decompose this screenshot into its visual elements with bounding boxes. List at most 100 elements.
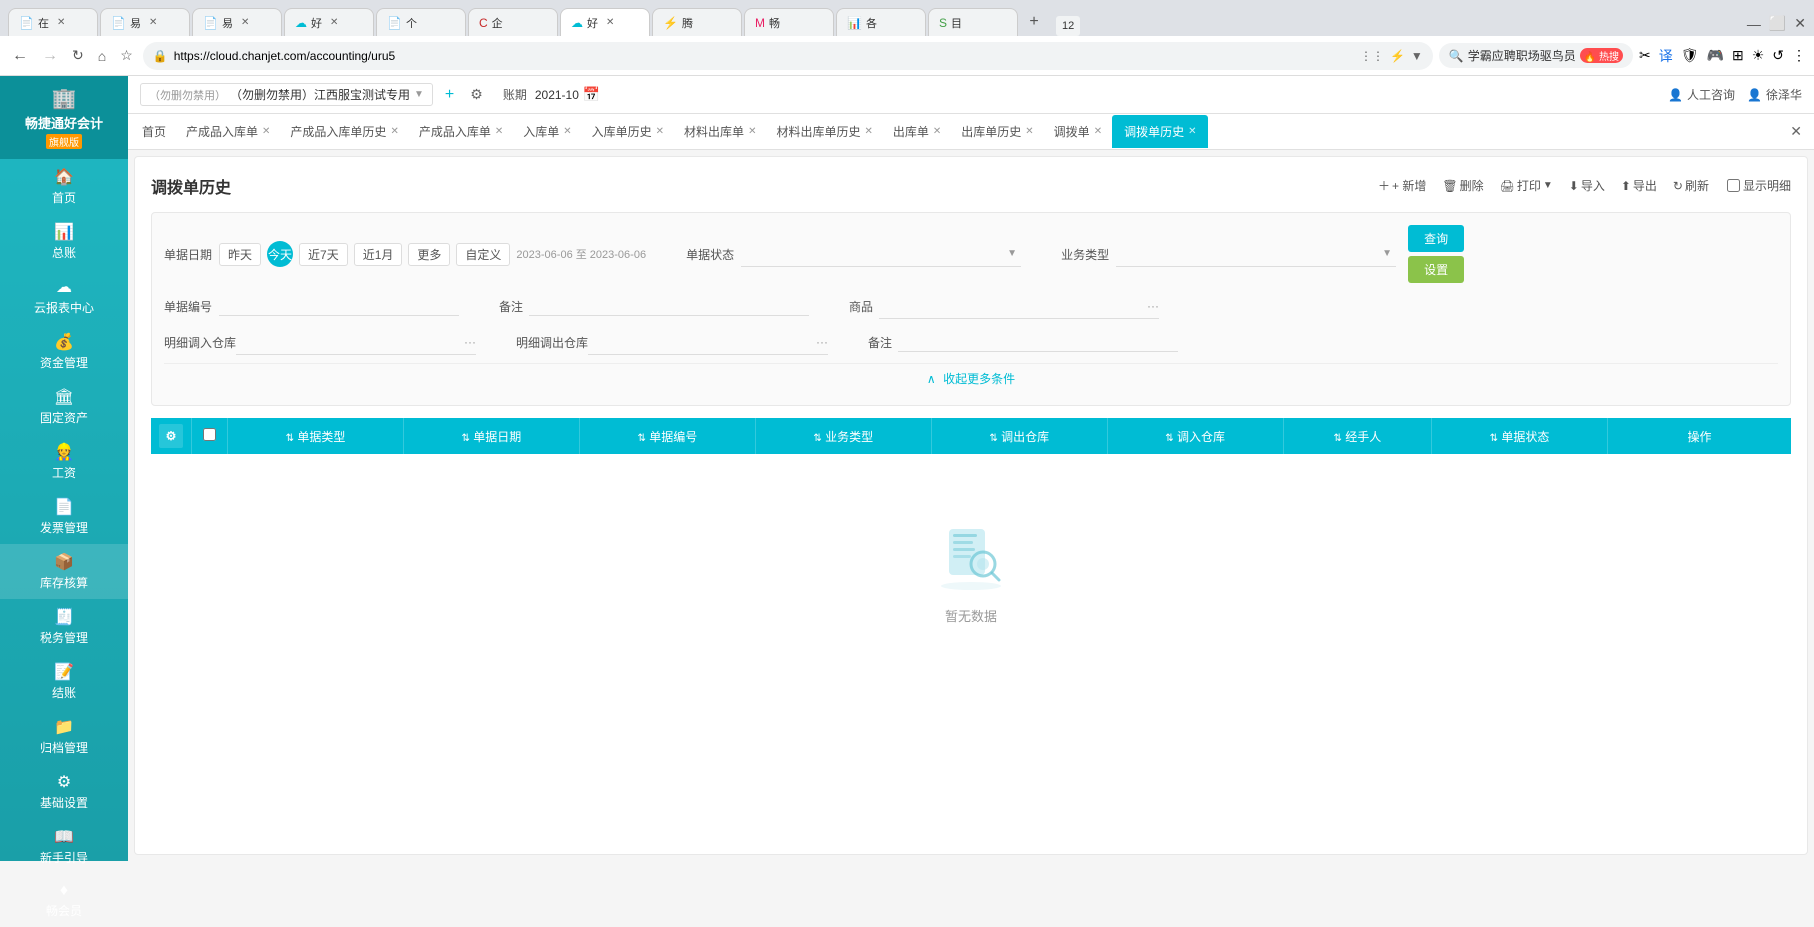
browser-tab-3[interactable]: 📄 易 ✕ [192, 8, 282, 36]
display-detail-checkbox[interactable]: 显示明细 [1727, 177, 1791, 194]
ext-icon-2[interactable]: 🎮 [1707, 47, 1724, 64]
th-handler[interactable]: ⇅ 经手人 [1283, 418, 1431, 454]
back-button[interactable]: ← [8, 45, 32, 67]
remark-input[interactable] [529, 297, 809, 316]
th-biz-type[interactable]: ⇅ 业务类型 [755, 418, 931, 454]
browser-tab-6[interactable]: C 企 [468, 8, 558, 36]
home-button[interactable]: ⌂ [94, 46, 110, 66]
biz-type-select[interactable]: ▼ [1116, 241, 1396, 267]
goods-picker-btn[interactable]: ··· [1147, 299, 1159, 313]
date-7days[interactable]: 近7天 [299, 243, 348, 266]
translate-icon[interactable]: 译 [1659, 46, 1673, 66]
browser-tab-11[interactable]: S 目 [928, 8, 1018, 36]
dropdown-icon[interactable]: ▼ [1411, 49, 1423, 63]
th-doc-date[interactable]: ⇅ 单据日期 [403, 418, 579, 454]
close-btn[interactable]: ✕ [1794, 15, 1806, 32]
th-settings[interactable]: ⚙ [151, 418, 192, 454]
page-tab-home[interactable]: 首页 [132, 115, 176, 148]
date-yesterday[interactable]: 昨天 [219, 243, 261, 266]
maximize-btn[interactable]: ⬜ [1769, 15, 1786, 32]
sidebar-item-settle[interactable]: 📝 结账 [0, 654, 128, 709]
collapse-bar[interactable]: ∧ 收起更多条件 [164, 363, 1778, 393]
company-selector[interactable]: （勿删勿禁用） （勿删勿禁用）江西服宝测试专用 ▼ [140, 83, 433, 106]
th-doc-type[interactable]: ⇅ 单据类型 [228, 418, 404, 454]
gear-button[interactable]: ⚙ [466, 86, 487, 103]
date-1month[interactable]: 近1月 [354, 243, 403, 266]
undo-icon[interactable]: ↺ [1772, 47, 1784, 64]
select-all-checkbox[interactable] [203, 428, 216, 441]
sidebar-item-fund[interactable]: 💰 资金管理 [0, 324, 128, 379]
tab-close[interactable]: ✕ [57, 17, 65, 28]
lightning-icon[interactable]: ⚡ [1390, 49, 1405, 63]
page-tab-9[interactable]: 出库单历史 ✕ [951, 115, 1043, 148]
browser-tab[interactable]: 📄 在 ✕ [8, 8, 98, 36]
date-custom[interactable]: 自定义 [456, 243, 510, 266]
sidebar-item-inventory[interactable]: 📦 库存核算 [0, 544, 128, 599]
browser-tab-8[interactable]: ⚡ 腾 [652, 8, 742, 36]
th-checkbox[interactable] [192, 418, 228, 454]
sidebar-item-settings[interactable]: ⚙ 基础设置 [0, 764, 128, 819]
page-tab-8[interactable]: 出库单 ✕ [883, 115, 951, 148]
doc-no-input[interactable] [219, 297, 459, 316]
user-avatar[interactable]: 👤 徐泽华 [1747, 86, 1802, 103]
sidebar-item-payroll[interactable]: 👷 工资 [0, 434, 128, 489]
page-tab-1[interactable]: 产成品入库单 ✕ [176, 115, 280, 148]
browser-tab-10[interactable]: 📊 各 [836, 8, 926, 36]
sidebar-item-invoice[interactable]: 📄 发票管理 [0, 489, 128, 544]
tab-close-6[interactable]: ✕ [748, 126, 756, 137]
page-tab-10[interactable]: 调拨单 ✕ [1044, 115, 1112, 148]
page-tab-2[interactable]: 产成品入库单历史 ✕ [280, 115, 408, 148]
refresh-button[interactable]: ↻ [68, 45, 88, 66]
browser-tab-7[interactable]: ☁ 好 ✕ [560, 8, 650, 36]
window-controls[interactable]: — ⬜ ✕ [1747, 15, 1806, 36]
minimize-btn[interactable]: — [1747, 16, 1761, 32]
sidebar-item-home[interactable]: 🏠 首页 [0, 159, 128, 214]
status-select[interactable]: ▼ [741, 241, 1021, 267]
remark2-input[interactable] [898, 333, 1178, 352]
page-tab-active[interactable]: 调拨单历史 ✕ [1112, 115, 1208, 148]
date-today[interactable]: 今天 [267, 241, 293, 267]
date-more[interactable]: 更多 [408, 243, 450, 266]
tab-close-8[interactable]: ✕ [933, 126, 941, 137]
page-tab-4[interactable]: 入库单 ✕ [513, 115, 581, 148]
import-button[interactable]: ⬇ 导入 [1563, 173, 1611, 198]
tab-close-1[interactable]: ✕ [262, 126, 270, 137]
page-tab-7[interactable]: 材料出库单历史 ✕ [766, 115, 882, 148]
sidebar-item-tax[interactable]: 🧾 税务管理 [0, 599, 128, 654]
sidebar-item-vip[interactable]: ♦ 畅会员 [0, 874, 128, 927]
tools-icon[interactable]: ✂ [1639, 47, 1651, 64]
tab-close-active[interactable]: ✕ [1188, 126, 1196, 137]
forward-button[interactable]: → [38, 45, 62, 67]
th-status[interactable]: ⇅ 单据状态 [1432, 418, 1608, 454]
sidebar-item-asset[interactable]: 🏛 固定资产 [0, 379, 128, 434]
tab-close-5[interactable]: ✕ [656, 126, 664, 137]
tab-close-2[interactable]: ✕ [390, 126, 398, 137]
add-company-button[interactable]: + [441, 86, 458, 104]
tab-close-10[interactable]: ✕ [1094, 126, 1102, 137]
ext-icon-4[interactable]: ☀ [1752, 47, 1765, 64]
tabs-close-all[interactable]: ✕ [1782, 119, 1810, 144]
display-checkbox-input[interactable] [1727, 179, 1740, 192]
browser-tab-9[interactable]: M 畅 [744, 8, 834, 36]
page-tab-5[interactable]: 入库单历史 ✕ [582, 115, 674, 148]
in-warehouse-input[interactable] [236, 333, 464, 351]
delete-button[interactable]: 🗑 删除 [1436, 173, 1489, 198]
browser-more[interactable]: ⋮ [1792, 47, 1806, 64]
page-tab-3[interactable]: 产成品入库单 ✕ [409, 115, 513, 148]
refresh-content-button[interactable]: ↻ 刷新 [1667, 173, 1715, 198]
bookmark-button[interactable]: ☆ [116, 45, 137, 66]
print-button[interactable]: 🖨 打印 ▼ [1494, 173, 1559, 198]
service-btn[interactable]: 👤 人工咨询 [1668, 86, 1735, 103]
th-in-warehouse[interactable]: ⇅ 调入仓库 [1107, 418, 1283, 454]
ext-icon-1[interactable]: 🛡 [1681, 47, 1699, 64]
query-button[interactable]: 查询 [1408, 225, 1464, 252]
out-warehouse-input[interactable] [588, 333, 816, 351]
th-doc-no[interactable]: ⇅ 单据编号 [579, 418, 755, 454]
sidebar-item-archive[interactable]: 📁 归档管理 [0, 709, 128, 764]
browser-tab-2[interactable]: 📄 易 ✕ [100, 8, 190, 36]
tab-add-button[interactable]: + [1020, 8, 1048, 36]
period-selector[interactable]: 2021-10 📅 [535, 86, 600, 103]
new-button[interactable]: ＋ + 新增 [1372, 173, 1432, 198]
browser-tab-4[interactable]: ☁ 好 ✕ [284, 8, 374, 36]
settings-filter-button[interactable]: 设置 [1408, 256, 1464, 283]
